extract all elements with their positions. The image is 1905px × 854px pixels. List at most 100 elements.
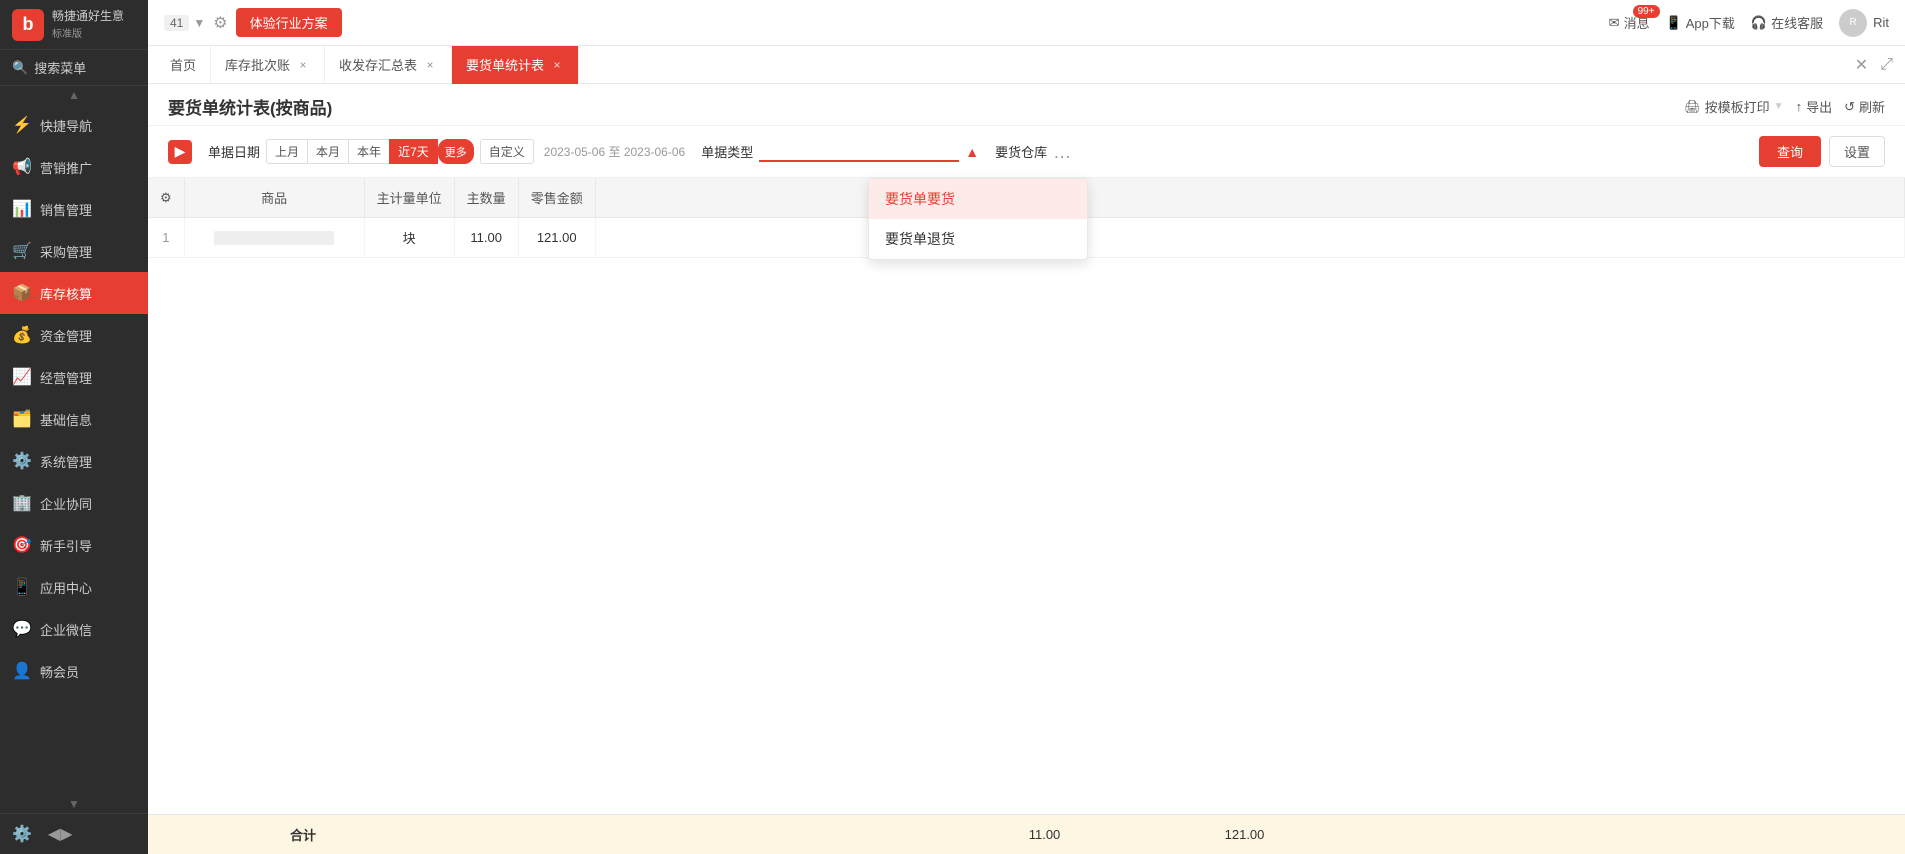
sidebar-item-quick-nav[interactable]: ⚡ 快捷导航 xyxy=(0,104,148,146)
close-all-tabs-button[interactable]: ✕ xyxy=(1851,51,1872,79)
topbar-gear-icon[interactable]: ⚙ xyxy=(213,13,227,33)
sales-icon: 📊 xyxy=(12,199,32,219)
trial-button[interactable]: 体验行业方案 xyxy=(236,8,342,37)
tabs-bar: 首页 库存批次账 × 收发存汇总表 × 要货单统计表 × ✕ ⤢ xyxy=(148,46,1905,84)
cell-unit: 块 xyxy=(364,218,454,258)
sidebar-item-enterprise[interactable]: 🏢 企业协同 xyxy=(0,482,148,524)
doc-type-input[interactable] xyxy=(759,141,959,162)
sidebar-item-member[interactable]: 👤 畅会员 xyxy=(0,650,148,692)
message-button[interactable]: ✉ 消息 99+ xyxy=(1609,13,1650,32)
col-qty-header: 主数量 xyxy=(454,178,518,218)
date-quick-btns: 上月 本月 本年 近7天 更多 xyxy=(266,139,474,164)
system-icon: ⚙️ xyxy=(12,451,32,471)
cell-seq: 1 xyxy=(148,218,184,258)
export-icon: ↑ xyxy=(1796,99,1803,114)
col-extra xyxy=(595,178,1904,218)
export-button[interactable]: ↑ 导出 xyxy=(1796,97,1833,116)
refresh-button[interactable]: ↺ 刷新 xyxy=(1844,97,1885,116)
product-placeholder xyxy=(214,231,334,245)
purchase-icon: 🛒 xyxy=(12,241,32,261)
sidebar-item-purchase[interactable]: 🛒 采购管理 xyxy=(0,230,148,272)
sidebar-item-marketing[interactable]: 📢 营销推广 xyxy=(0,146,148,188)
close-tab-order-stats[interactable]: × xyxy=(550,58,564,72)
message-icon: ✉ xyxy=(1609,15,1620,31)
sidebar-item-finance[interactable]: 💰 资金管理 xyxy=(0,314,148,356)
quick-nav-icon: ⚡ xyxy=(12,115,32,135)
date-filter-group: 单据日期 上月 本月 本年 近7天 更多 自定义 2023-05-06 至 20… xyxy=(208,139,685,164)
sidebar-item-wechat-biz[interactable]: 💬 企业微信 xyxy=(0,608,148,650)
doc-type-caret-icon[interactable]: ▲ xyxy=(965,144,979,160)
main-content: 41 ▼ ⚙ 体验行业方案 ✉ 消息 99+ 📱 App下载 🎧 在线客服 xyxy=(148,0,1905,854)
sidebar-item-system[interactable]: ⚙️ 系统管理 xyxy=(0,440,148,482)
brand-text: 畅捷通好生意 标准版 xyxy=(52,9,124,40)
more-dates-btn[interactable]: 更多 xyxy=(438,139,474,164)
sidebar-menu: ⚡ 快捷导航 📢 营销推广 📊 销售管理 🛒 采购管理 📦 库存核算 💰 资金管… xyxy=(0,104,148,795)
cell-product xyxy=(184,218,364,258)
close-tab-batch-voucher[interactable]: × xyxy=(296,58,310,72)
sidebar-footer: ⚙️ ◀▶ xyxy=(0,813,148,854)
warehouse-more-icon[interactable]: … xyxy=(1053,143,1071,161)
doc-type-dropdown: 要货单要货 要货单退货 xyxy=(868,178,1088,260)
tab-receipt-summary[interactable]: 收发存汇总表 × xyxy=(325,46,452,84)
marketing-icon: 📢 xyxy=(12,157,32,177)
scroll-up[interactable]: ▲ xyxy=(0,86,148,104)
filter-bar: ▶ 单据日期 上月 本月 本年 近7天 更多 自定义 2023-05-06 至 … xyxy=(148,126,1905,178)
sidebar-item-sales[interactable]: 📊 销售管理 xyxy=(0,188,148,230)
page-content: 要货单统计表(按商品) 🖨 按模板打印 ▼ ↑ 导出 ↺ 刷新 ▶ xyxy=(148,84,1905,854)
wechat-biz-icon: 💬 xyxy=(12,619,32,639)
settings-button[interactable]: 设置 xyxy=(1829,136,1885,167)
filter-expand-button[interactable]: ▶ xyxy=(168,140,192,164)
recent-7days-btn[interactable]: 近7天 xyxy=(389,139,438,164)
query-button[interactable]: 查询 xyxy=(1759,136,1821,167)
last-month-btn[interactable]: 上月 xyxy=(266,139,307,164)
page-title: 要货单统计表(按商品) xyxy=(168,94,332,119)
custom-date-btn[interactable]: 自定义 xyxy=(480,139,534,164)
tab-order-stats[interactable]: 要货单统计表 × xyxy=(452,46,579,84)
finance-icon: 💰 xyxy=(12,325,32,345)
sidebar-item-app-center[interactable]: 📱 应用中心 xyxy=(0,566,148,608)
settings-footer-button[interactable]: ⚙️ xyxy=(12,824,32,844)
inventory-icon: 📦 xyxy=(12,283,32,303)
refresh-icon: ↺ xyxy=(1844,99,1855,115)
col-price-header: 零售金额 xyxy=(518,178,595,218)
brand-icon: b xyxy=(12,9,44,41)
col-settings[interactable]: ⚙ xyxy=(148,178,184,218)
maximize-button[interactable]: ⤢ xyxy=(1876,52,1897,78)
member-icon: 👤 xyxy=(12,661,32,681)
search-menu[interactable]: 🔍 搜索菜单 xyxy=(0,50,148,86)
tab-batch-voucher[interactable]: 库存批次账 × xyxy=(211,46,325,84)
warehouse-filter-group: 要货仓库 … xyxy=(995,142,1071,161)
chevron-down-icon: ▼ xyxy=(1774,101,1784,112)
dropdown-item-order[interactable]: 要货单要货 xyxy=(869,179,1087,219)
avatar: R xyxy=(1839,9,1867,37)
app-center-icon: 📱 xyxy=(12,577,32,597)
table-container: ⚙ 商品 主计量单位 主数量 零 xyxy=(148,178,1905,814)
print-icon: 🖨 xyxy=(1684,99,1701,115)
search-icon: 🔍 xyxy=(12,60,28,76)
collapse-button[interactable]: ◀▶ xyxy=(48,824,73,844)
tab-home[interactable]: 首页 xyxy=(156,46,211,84)
table-footer: 合计 11.00 121.00 xyxy=(148,814,1905,854)
cell-extra xyxy=(595,218,1904,258)
sidebar: b 畅捷通好生意 标准版 🔍 搜索菜单 ▲ ⚡ 快捷导航 📢 营销推广 📊 销售… xyxy=(0,0,148,854)
this-year-btn[interactable]: 本年 xyxy=(348,139,389,164)
user-area[interactable]: R Rit xyxy=(1839,9,1889,37)
this-month-btn[interactable]: 本月 xyxy=(307,139,348,164)
print-template-button[interactable]: 🖨 按模板打印 ▼ xyxy=(1684,97,1783,116)
online-service-button[interactable]: 🎧 在线客服 xyxy=(1751,13,1823,32)
tabs-actions: ✕ ⤢ xyxy=(1851,51,1897,79)
app-download-button[interactable]: 📱 App下载 xyxy=(1666,13,1735,32)
topbar-right: ✉ 消息 99+ 📱 App下载 🎧 在线客服 R Rit xyxy=(1609,9,1889,37)
sidebar-item-guide[interactable]: 🎯 新手引导 xyxy=(0,524,148,566)
operations-icon: 📈 xyxy=(12,367,32,387)
company-selector[interactable]: 41 ▼ xyxy=(164,15,205,31)
close-tab-receipt-summary[interactable]: × xyxy=(423,58,437,72)
sidebar-item-basic-info[interactable]: 🗂️ 基础信息 xyxy=(0,398,148,440)
cell-qty: 11.00 xyxy=(454,218,518,258)
sidebar-item-inventory[interactable]: 📦 库存核算 xyxy=(0,272,148,314)
sidebar-item-operations[interactable]: 📈 经营管理 xyxy=(0,356,148,398)
table-area: ⚙ 商品 主计量单位 主数量 零 xyxy=(148,178,1905,854)
scroll-down[interactable]: ▼ xyxy=(0,795,148,813)
col-product-header: 商品 xyxy=(184,178,364,218)
dropdown-item-return[interactable]: 要货单退货 xyxy=(869,219,1087,259)
